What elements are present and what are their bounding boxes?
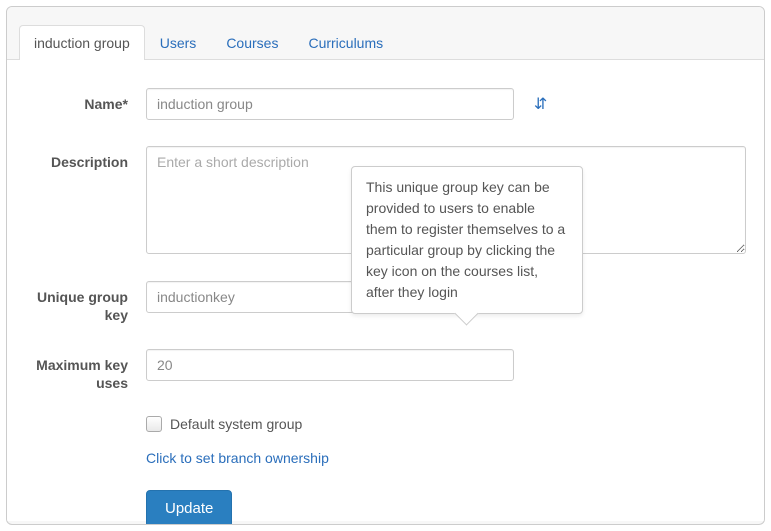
tab-curriculums[interactable]: Curriculums — [293, 25, 398, 60]
default-system-group-checkbox[interactable] — [146, 416, 162, 432]
tab-induction-group[interactable]: induction group — [19, 25, 145, 60]
label-unique-group-key: Unique group key — [21, 281, 146, 324]
update-button[interactable]: Update — [146, 490, 232, 525]
label-default-system-group: Default system group — [170, 416, 302, 432]
group-settings-panel: induction group Users Courses Curriculum… — [6, 6, 765, 525]
name-input[interactable] — [146, 88, 514, 120]
label-max-key-uses: Maximum key uses — [21, 349, 146, 392]
label-name: Name* — [21, 88, 146, 113]
unique-group-key-tooltip: This unique group key can be provided to… — [351, 166, 583, 314]
max-key-uses-input[interactable] — [146, 349, 514, 381]
tab-courses[interactable]: Courses — [211, 25, 293, 60]
branch-icon[interactable]: ⇵ — [534, 88, 547, 122]
tab-content: Name* ⇵ Description This unique group ke… — [7, 60, 764, 521]
tab-bar: induction group Users Courses Curriculum… — [7, 7, 764, 60]
label-description: Description — [21, 146, 146, 171]
tab-users[interactable]: Users — [145, 25, 212, 60]
branch-ownership-link[interactable]: Click to set branch ownership — [146, 450, 329, 466]
